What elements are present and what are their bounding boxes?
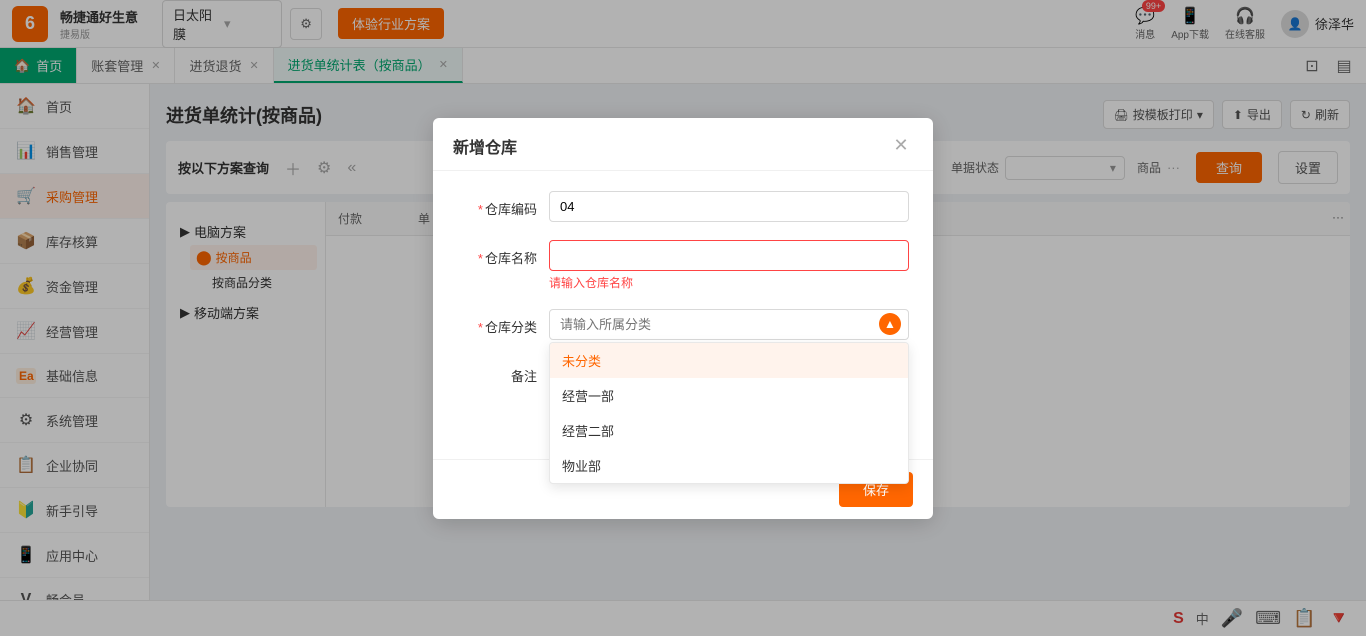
modal-body: 仓库编码 仓库名称 请输入仓库名称 仓库分类 ▲ [433,171,933,459]
modal-add-warehouse: 新增仓库 ✕ 仓库编码 仓库名称 请输入仓库名称 仓库分类 [433,118,933,519]
warehouse-name-error: 请输入仓库名称 [549,274,909,291]
warehouse-code-input[interactable] [549,191,909,222]
warehouse-category-label: 仓库分类 [457,309,537,336]
warehouse-code-label: 仓库编码 [457,191,537,218]
remark-label: 备注 [457,358,537,385]
warehouse-name-label: 仓库名称 [457,240,537,267]
modal-close-button[interactable]: ✕ [889,134,913,158]
dropdown-item-dept3[interactable]: 物业部 [550,448,908,483]
warehouse-name-input[interactable] [549,240,909,271]
category-dropdown: 未分类 经营一部 经营二部 物业部 [549,342,909,484]
modal-header: 新增仓库 ✕ [433,118,933,171]
form-row-name: 仓库名称 请输入仓库名称 [457,240,909,291]
modal-title: 新增仓库 [453,134,517,158]
form-row-category: 仓库分类 ▲ 未分类 经营一部 经营二部 物业部 [457,309,909,340]
warehouse-category-control: ▲ 未分类 经营一部 经营二部 物业部 [549,309,909,340]
chevron-up-icon[interactable]: ▲ [879,313,901,335]
warehouse-category-select-wrapper: ▲ 未分类 经营一部 经营二部 物业部 [549,309,909,340]
warehouse-name-control: 请输入仓库名称 [549,240,909,291]
form-row-code: 仓库编码 [457,191,909,222]
warehouse-category-input[interactable] [549,309,909,340]
dropdown-item-dept1[interactable]: 经营一部 [550,378,908,413]
dropdown-item-dept2[interactable]: 经营二部 [550,413,908,448]
warehouse-code-control [549,191,909,222]
modal-overlay[interactable]: 新增仓库 ✕ 仓库编码 仓库名称 请输入仓库名称 仓库分类 [0,0,1366,636]
dropdown-item-unclassified[interactable]: 未分类 [550,343,908,378]
